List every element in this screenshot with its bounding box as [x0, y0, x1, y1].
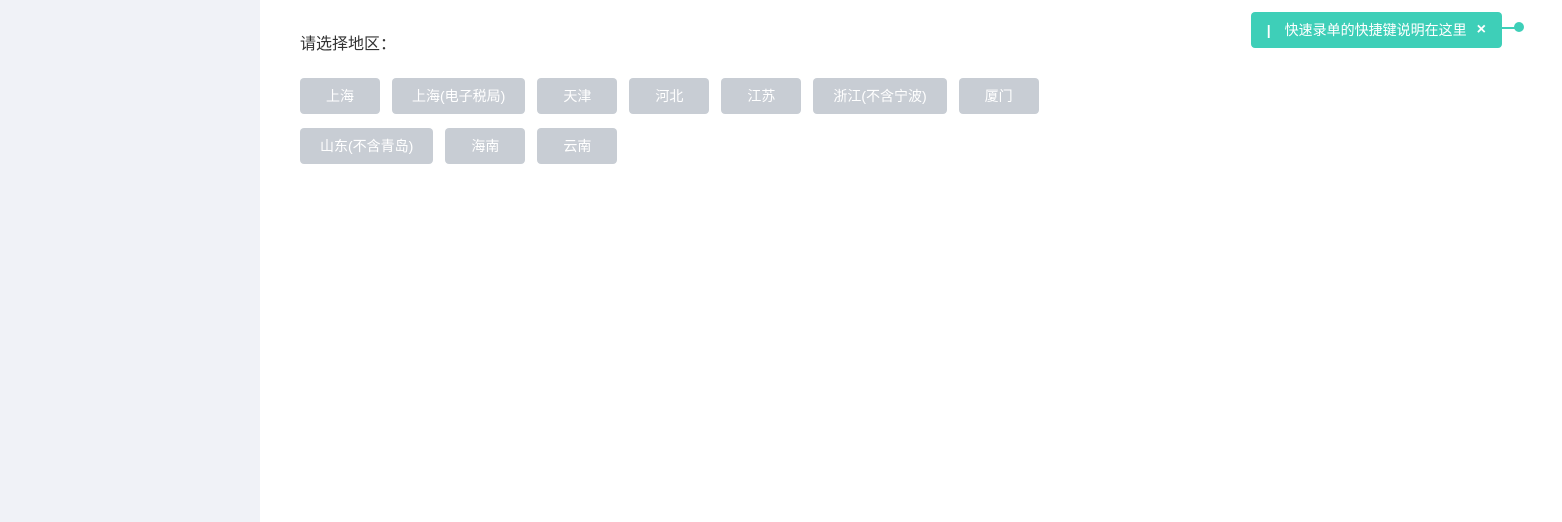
region-btn-tianjin[interactable]: 天津: [537, 78, 617, 114]
main-content: 请选择地区： 上海上海(电子税局)天津河北江苏浙江(不含宁波)厦门 山东(不含青…: [260, 0, 1562, 522]
region-row-2: 山东(不含青岛) 海南云南: [300, 128, 1522, 164]
tooltip-banner: 快速录单的快捷键说明在这里 ×: [1251, 12, 1502, 48]
region-btn-jiangsu[interactable]: 江苏: [721, 78, 801, 114]
tooltip-close-button[interactable]: ×: [1477, 22, 1486, 38]
region-btn-shanghai-etax[interactable]: 上海(电子税局): [392, 78, 525, 114]
region-btn-zhejiang[interactable]: 浙江(不含宁波): [813, 78, 946, 114]
region-btn-yunnan[interactable]: 云南: [537, 128, 617, 164]
region-row-1: 上海上海(电子税局) 天津河北江苏浙江(不含宁波) 厦门: [300, 78, 1522, 114]
region-btn-hebei[interactable]: 河北: [629, 78, 709, 114]
region-btn-hainan[interactable]: 海南: [445, 128, 525, 164]
region-btn-shandong[interactable]: 山东(不含青岛): [300, 128, 433, 164]
region-btn-xiamen[interactable]: 厦门: [959, 78, 1039, 114]
tooltip-connector-dot: [1514, 22, 1524, 32]
left-sidebar: [0, 0, 260, 522]
region-btn-shanghai[interactable]: 上海: [300, 78, 380, 114]
tooltip-text: 快速录单的快捷键说明在这里: [1285, 20, 1467, 40]
